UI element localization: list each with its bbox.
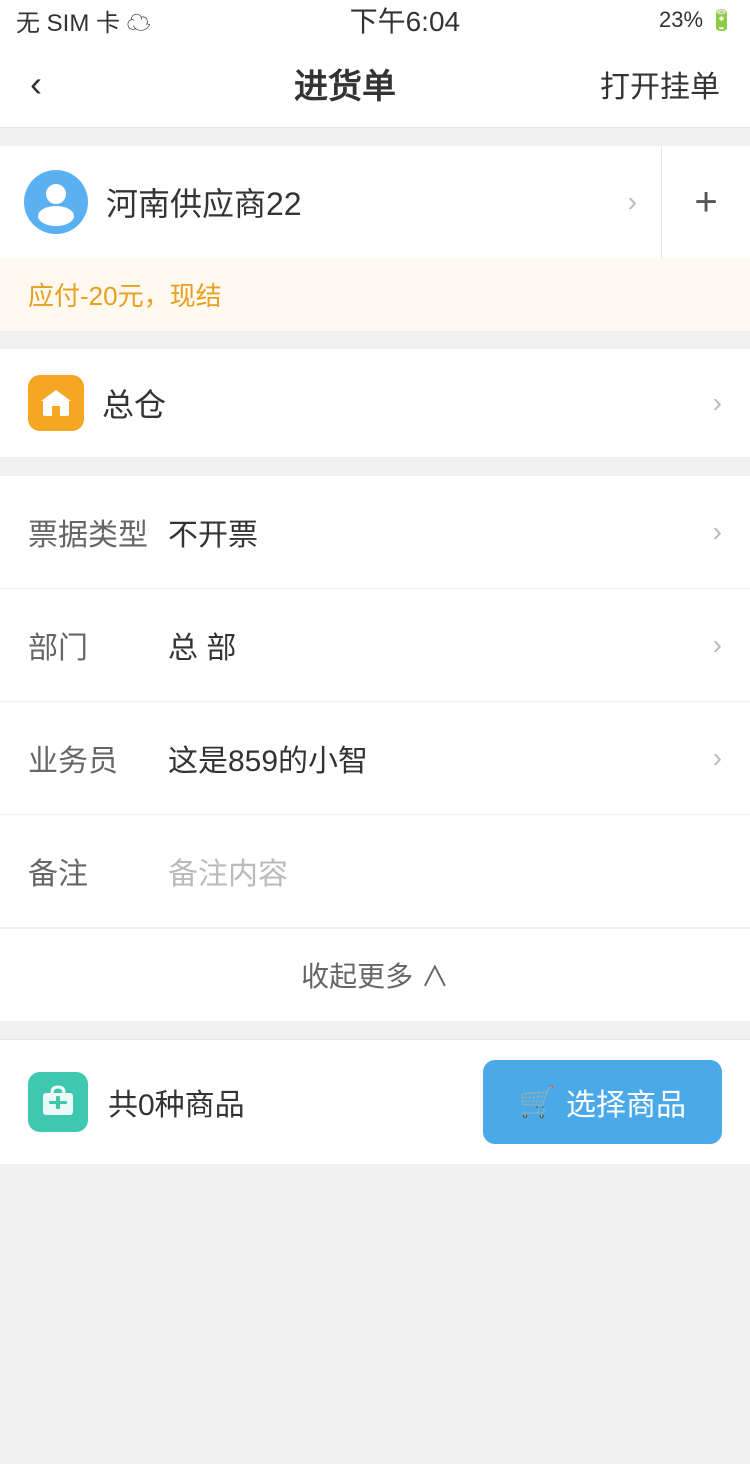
invoice-type-label: 票据类型 xyxy=(28,510,168,554)
warehouse-chevron-icon: › xyxy=(713,387,722,419)
bottom-bar: 共0种商品 🛒 选择商品 xyxy=(0,1039,750,1164)
open-pending-button[interactable]: 打开挂单 xyxy=(600,62,720,106)
status-right: 23% 🔋 xyxy=(659,7,734,33)
status-time: 下午6:04 xyxy=(350,0,461,40)
section-gap-2 xyxy=(0,331,750,349)
balance-notice: 应付-20元，现结 xyxy=(0,258,750,331)
page-title: 进货单 xyxy=(294,59,396,108)
supplier-name: 河南供应商22 xyxy=(106,179,610,225)
supplier-avatar xyxy=(24,170,88,234)
form-section: 票据类型 不开票 › 部门 总 部 › 业务员 这是859的小智 › 备注 备注… xyxy=(0,476,750,1021)
invoice-type-row[interactable]: 票据类型 不开票 › xyxy=(0,476,750,589)
department-chevron-icon: › xyxy=(713,629,722,661)
section-gap-3 xyxy=(0,458,750,476)
collapse-button[interactable]: 收起更多 ∧ xyxy=(0,928,750,1021)
section-gap-1 xyxy=(0,128,750,146)
battery-icon: 🔋 xyxy=(709,8,734,33)
remark-row[interactable]: 备注 备注内容 xyxy=(0,815,750,928)
status-left: 无 SIM 卡 ☁ xyxy=(16,3,151,38)
add-supplier-button[interactable]: + xyxy=(662,146,750,258)
supplier-chevron-icon: › xyxy=(628,186,637,218)
invoice-type-chevron-icon: › xyxy=(713,516,722,548)
product-count: 共0种商品 xyxy=(108,1080,463,1124)
nav-bar: ‹ 进货单 打开挂单 xyxy=(0,40,750,128)
warehouse-selector[interactable]: 总仓 › xyxy=(0,349,750,458)
supplier-section: 河南供应商22 › + xyxy=(0,146,750,258)
warehouse-name: 总仓 xyxy=(102,380,695,426)
battery-label: 23% xyxy=(659,7,703,33)
status-bar: 无 SIM 卡 ☁ 下午6:04 23% 🔋 xyxy=(0,0,750,40)
department-value: 总 部 xyxy=(168,623,713,667)
salesperson-chevron-icon: › xyxy=(713,742,722,774)
back-button[interactable]: ‹ xyxy=(30,63,90,105)
salesperson-row[interactable]: 业务员 这是859的小智 › xyxy=(0,702,750,815)
salesperson-value: 这是859的小智 xyxy=(168,736,713,780)
salesperson-label: 业务员 xyxy=(28,736,168,780)
product-icon xyxy=(28,1072,88,1132)
supplier-selector[interactable]: 河南供应商22 › xyxy=(0,146,662,258)
sim-label: 无 SIM 卡 ☁ xyxy=(16,3,151,38)
department-row[interactable]: 部门 总 部 › xyxy=(0,589,750,702)
department-label: 部门 xyxy=(28,623,168,667)
section-gap-4 xyxy=(0,1021,750,1039)
select-product-button[interactable]: 🛒 选择商品 xyxy=(483,1060,722,1144)
warehouse-icon xyxy=(28,375,84,431)
collapse-label: 收起更多 ∧ xyxy=(301,955,449,995)
remark-value: 备注内容 xyxy=(168,849,722,893)
page-background xyxy=(0,1164,750,1464)
person-icon xyxy=(32,178,80,226)
select-product-label: 选择商品 xyxy=(566,1080,686,1124)
invoice-type-value: 不开票 xyxy=(168,510,713,554)
select-product-icon: 🛒 xyxy=(519,1085,556,1120)
remark-label: 备注 xyxy=(28,849,168,893)
